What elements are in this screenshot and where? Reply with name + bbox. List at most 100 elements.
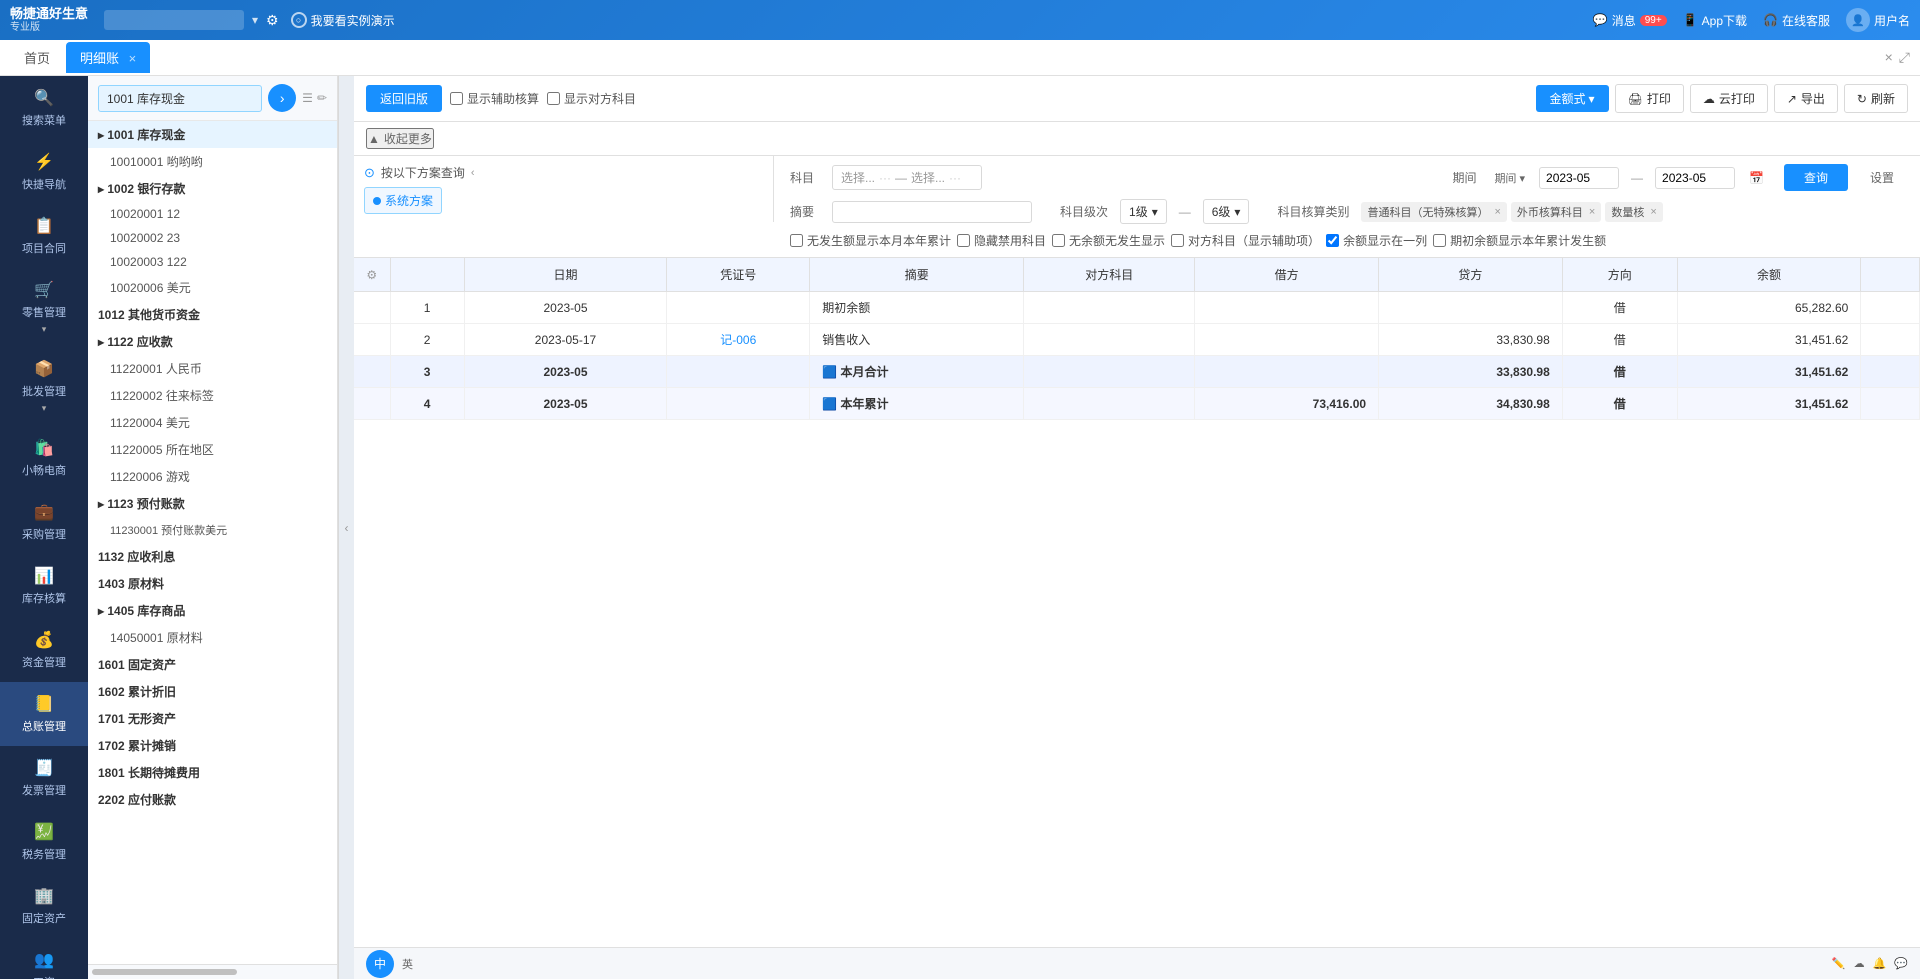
app-download-btn[interactable]: 📱 App下载	[1683, 12, 1747, 29]
tree-item-11220005[interactable]: 11220005 所在地区	[88, 436, 337, 463]
global-search-input[interactable]	[104, 10, 244, 30]
cb-counter-aux[interactable]	[1171, 234, 1184, 247]
cb-no-balance-label[interactable]: 无发生额显示本月本年累计	[790, 232, 951, 249]
settings-icon[interactable]: ⚙	[266, 12, 279, 29]
cb-counter-aux-label[interactable]: 对方科目（显示辅助项）	[1171, 232, 1320, 249]
tab-close-all-icon[interactable]: ×	[1885, 49, 1893, 66]
period-to-input[interactable]	[1655, 167, 1735, 189]
query-btn[interactable]: 查询	[1784, 164, 1848, 191]
col-settings[interactable]: ⚙	[354, 258, 390, 292]
sidebar-item-purchase[interactable]: 💼 采购管理	[0, 490, 88, 554]
cb-no-balance[interactable]	[790, 234, 803, 247]
tree-item-10020002[interactable]: 10020002 23	[88, 226, 337, 250]
tree-item-11220002[interactable]: 11220002 往来标签	[88, 382, 337, 409]
tree-item-11220001[interactable]: 11220001 人民币	[88, 355, 337, 382]
demo-link[interactable]: ○ 我要看实例演示	[291, 12, 395, 29]
show-aux-checkbox-label[interactable]: 显示辅助核算	[450, 90, 539, 107]
tab-maximize-icon[interactable]: ⤢	[1899, 49, 1910, 66]
tree-item-1122[interactable]: ▸ 1122 应收款	[88, 328, 337, 355]
tab-home[interactable]: 首页	[10, 42, 64, 73]
export-btn[interactable]: ↗ 导出	[1774, 84, 1838, 113]
amount-format-btn[interactable]: 金额式 ▾	[1536, 85, 1609, 112]
sidebar-item-wholesale[interactable]: 📦 批发管理 ▾	[0, 347, 88, 426]
search-chevron-icon[interactable]: ▾	[252, 13, 258, 27]
show-aux-checkbox[interactable]	[450, 92, 463, 105]
tree-item-11220004[interactable]: 11220004 美元	[88, 409, 337, 436]
period-from-input[interactable]	[1539, 167, 1619, 189]
tree-item-1132[interactable]: 1132 应收利息	[88, 543, 337, 570]
sidebar-item-assets[interactable]: 🏢 固定资产	[0, 874, 88, 938]
summary-input[interactable]	[832, 201, 1032, 223]
tab-close-icon[interactable]: ×	[129, 51, 137, 66]
cb-hide-disabled-label[interactable]: 隐藏禁用科目	[957, 232, 1046, 249]
tree-item-1403[interactable]: 1403 原材料	[88, 570, 337, 597]
tree-item-10020003[interactable]: 10020003 122	[88, 250, 337, 274]
sidebar-item-invoice[interactable]: 🧾 发票管理	[0, 746, 88, 810]
voucher-link-2[interactable]: 记-006	[720, 333, 756, 347]
account-nav-btn[interactable]: ›	[268, 84, 296, 112]
tree-item-10010001[interactable]: 10010001 哟哟哟	[88, 148, 337, 175]
tree-item-1801[interactable]: 1801 长期待摊费用	[88, 759, 337, 786]
tree-edit-icon[interactable]: ✏	[317, 91, 327, 105]
cb-period-open-label[interactable]: 期初余额显示本年累计发生额	[1433, 232, 1606, 249]
online-service-btn[interactable]: 🎧 在线客服	[1763, 12, 1830, 29]
tree-item-1002[interactable]: ▸ 1002 银行存款	[88, 175, 337, 202]
tree-item-2202[interactable]: 2202 应付账款	[88, 786, 337, 813]
tree-item-1405[interactable]: ▸ 1405 库存商品	[88, 597, 337, 624]
cb-balance-one-col-label[interactable]: 余额显示在一列	[1326, 232, 1427, 249]
sidebar-item-finance[interactable]: 💰 资金管理	[0, 618, 88, 682]
tree-scrollbar[interactable]	[92, 969, 237, 975]
edit-icon[interactable]: ✏️	[1832, 957, 1846, 970]
sidebar-item-quicknav[interactable]: ⚡ 快捷导航	[0, 140, 88, 204]
sidebar-item-tax[interactable]: 💹 税务管理	[0, 810, 88, 874]
level-from-select[interactable]: 1级 ▾	[1120, 199, 1167, 224]
scheme-option-btn[interactable]: 系统方案	[364, 187, 442, 214]
lang-zh-btn[interactable]: 中	[366, 950, 394, 978]
cloud-print-btn[interactable]: ☁ 云打印	[1690, 84, 1768, 113]
tree-item-1012[interactable]: 1012 其他货币资金	[88, 301, 337, 328]
sidebar-item-inventory[interactable]: 📊 库存核算	[0, 554, 88, 618]
message-btn[interactable]: 💬 消息 99+	[1593, 12, 1667, 29]
cb-no-remain[interactable]	[1052, 234, 1065, 247]
show-counter-checkbox[interactable]	[547, 92, 560, 105]
back-to-old-btn[interactable]: 返回旧版	[366, 85, 442, 112]
cb-balance-one-col[interactable]	[1326, 234, 1339, 247]
cloud-sync-icon[interactable]: ☁	[1854, 957, 1865, 970]
tree-item-14050001[interactable]: 14050001 原材料	[88, 624, 337, 651]
tag-foreign-close-icon[interactable]: ×	[1589, 206, 1595, 218]
tab-ledger[interactable]: 明细账 ×	[66, 42, 150, 73]
sidebar-item-ecommerce[interactable]: 🛍️ 小畅电商	[0, 426, 88, 490]
tag-normal-close-icon[interactable]: ×	[1494, 206, 1500, 218]
cb-no-remain-label[interactable]: 无余额无发生显示	[1052, 232, 1165, 249]
subject-input[interactable]: 选择... ··· — 选择... ···	[832, 165, 982, 190]
tree-item-10020001[interactable]: 10020001 12	[88, 202, 337, 226]
notification-icon[interactable]: 🔔	[1873, 957, 1887, 970]
user-profile[interactable]: 👤 用户名	[1846, 8, 1910, 32]
tree-item-1701[interactable]: 1701 无形资产	[88, 705, 337, 732]
tree-item-10020006[interactable]: 10020006 美元	[88, 274, 337, 301]
selected-account-display[interactable]: 1001 库存现金	[98, 85, 262, 112]
filter-settings-btn[interactable]: 设置	[1860, 164, 1904, 191]
period-calendar-icon[interactable]: 📅	[1749, 171, 1764, 185]
cb-hide-disabled[interactable]	[957, 234, 970, 247]
cb-period-open[interactable]	[1433, 234, 1446, 247]
list-view-icon[interactable]: ☰	[302, 91, 313, 105]
sidebar-item-project[interactable]: 📋 项目合同	[0, 204, 88, 268]
settings-circle-icon[interactable]: ⊙	[364, 165, 375, 181]
tree-item-11220006[interactable]: 11220006 游戏	[88, 463, 337, 490]
sidebar-item-ledger[interactable]: 📒 总账管理	[0, 682, 88, 746]
level-to-select[interactable]: 6级 ▾	[1203, 199, 1250, 224]
tree-item-1001[interactable]: ▸ 1001 库存现金	[88, 121, 337, 148]
tree-item-1602[interactable]: 1602 累计折旧	[88, 678, 337, 705]
refresh-btn[interactable]: ↻ 刷新	[1844, 84, 1908, 113]
cell-voucher-2[interactable]: 记-006	[667, 324, 810, 356]
message-bottom-icon[interactable]: 💬	[1894, 957, 1908, 970]
expand-more-btn[interactable]: ▲ 收起更多	[366, 128, 434, 149]
panel-toggle-btn[interactable]: ‹	[338, 76, 354, 979]
tree-item-1123[interactable]: ▸ 1123 预付账款	[88, 490, 337, 517]
sidebar-item-payroll[interactable]: 👥 工资	[0, 938, 88, 979]
print-btn[interactable]: 🖨 打印	[1615, 84, 1684, 113]
sidebar-item-search[interactable]: 🔍 搜索菜单	[0, 76, 88, 140]
tree-item-1601[interactable]: 1601 固定资产	[88, 651, 337, 678]
tree-item-11230001[interactable]: 11230001 预付账款美元	[88, 517, 337, 543]
